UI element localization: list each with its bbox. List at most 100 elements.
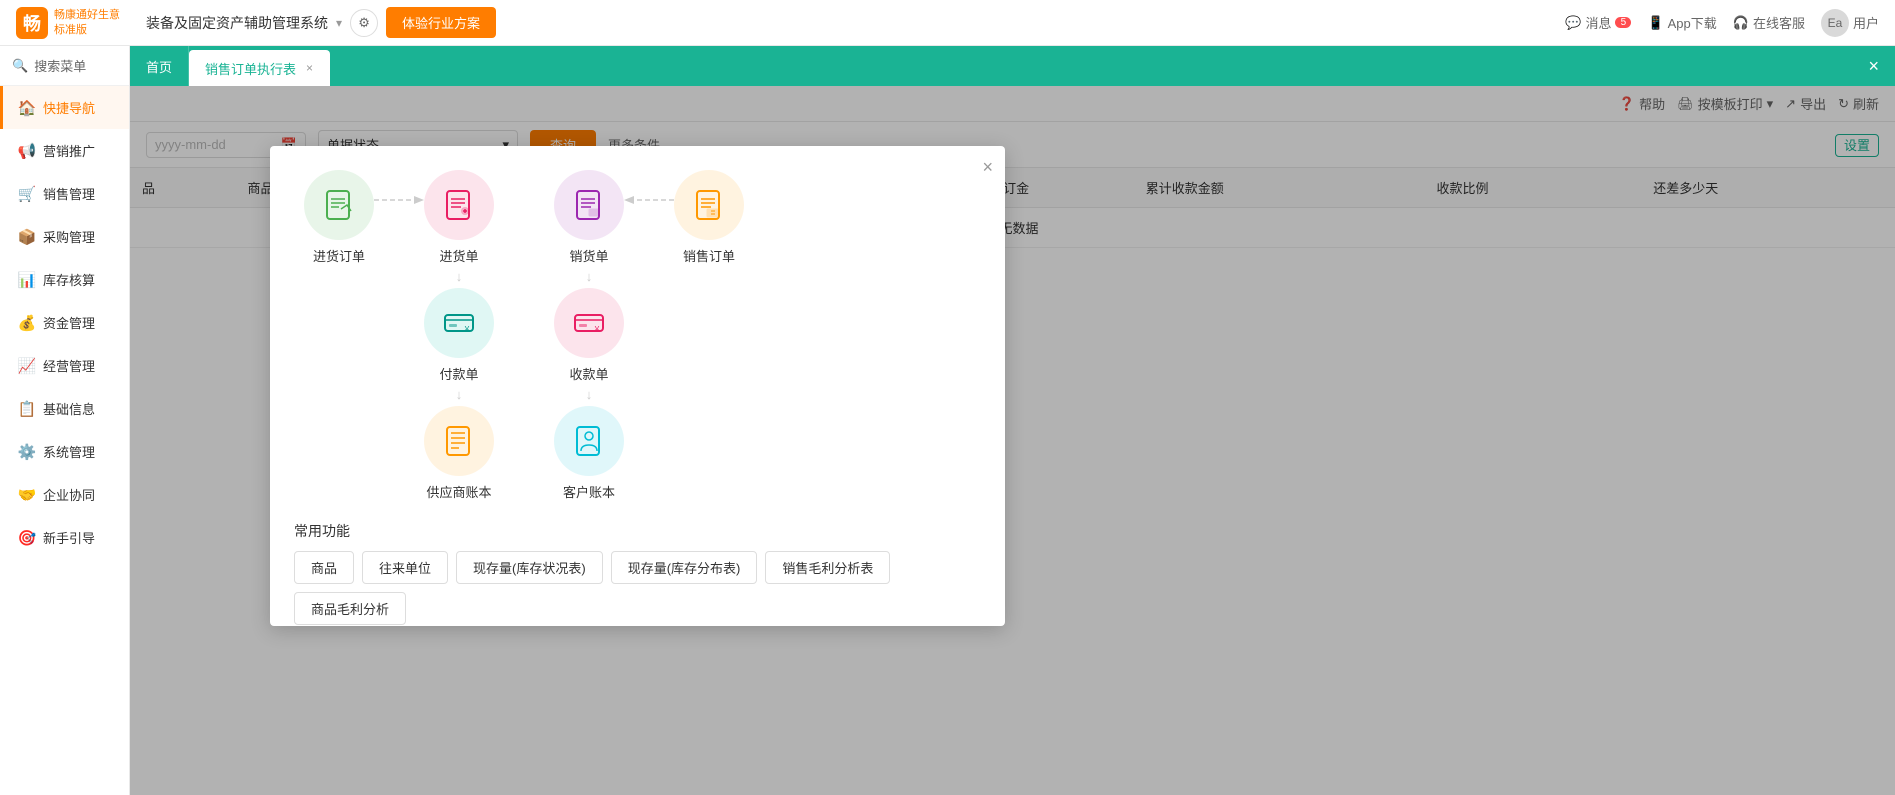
svg-text:¥: ¥ [464,325,470,334]
sidebar-item-operation[interactable]: 📈 经营管理 [0,344,129,387]
customer-account-label: 客户账本 [563,482,615,501]
system-icon: ⚙️ [19,444,35,460]
app-container: 畅 畅康通好生意 标准版 装备及固定资产辅助管理系统 ▾ ⚙ 体验行业方案 💬 … [0,0,1895,795]
sidebar-item-quick-nav[interactable]: 🏠 快捷导航 [0,86,129,129]
receipt-circle: ¥ [554,288,624,358]
flow-col-2: 进货单 ↓ ¥ 付款单 ↓ [424,170,494,501]
flow-diagram: 进货订单 [294,170,981,521]
sidebar: 🔍 搜索菜单 🏠 快捷导航 📢 营销推广 🛒 销售管理 📦 采购管理 📊 [0,46,130,795]
svg-text:¥: ¥ [594,325,600,334]
enterprise-icon: 🤝 [19,487,35,503]
modal-overlay[interactable]: × 进货订单 [130,86,1895,795]
supplier-account-label: 供应商账本 [426,482,491,501]
sidebar-item-label: 快捷导航 [43,98,95,117]
sidebar-item-purchase[interactable]: 📦 采购管理 [0,215,129,258]
top-header: 畅 畅康通好生意 标准版 装备及固定资产辅助管理系统 ▾ ⚙ 体验行业方案 💬 … [0,0,1895,46]
sidebar-item-label: 库存核算 [43,270,95,289]
sidebar-item-label: 新手引导 [43,528,95,547]
content-area: 首页 销售订单执行表 × × ❓ 帮助 🖨 [130,46,1895,795]
supplier-circle [424,406,494,476]
app-download-action[interactable]: 📱 App下载 [1647,13,1716,32]
trial-button[interactable]: 体验行业方案 [386,7,496,38]
payment-bill-node: ¥ 付款单 [424,288,494,383]
inventory-icon: 📊 [19,272,35,288]
receipt-bill-node: ¥ 收款单 [554,288,624,383]
sales-order-circle [674,170,744,240]
sidebar-item-label: 系统管理 [43,442,95,461]
payment-bill-label: 付款单 [439,364,478,383]
modal-close-button[interactable]: × [982,158,993,176]
sidebar-item-label: 经营管理 [43,356,95,375]
message-action[interactable]: 💬 消息 5 [1565,13,1631,32]
func-btn-partner[interactable]: 往来单位 [362,551,448,584]
logo-text: 畅康通好生意 标准版 [54,8,120,37]
customer-circle [554,406,624,476]
close-window-icon[interactable]: × [1868,56,1895,77]
main-body: 🔍 搜索菜单 🏠 快捷导航 📢 营销推广 🛒 销售管理 📦 采购管理 📊 [0,46,1895,795]
down-arrow-2: ↓ [456,387,463,402]
sidebar-search[interactable]: 🔍 搜索菜单 [0,46,129,86]
sidebar-item-system[interactable]: ⚙️ 系统管理 [0,430,129,473]
flow-col-1: 进货订单 [304,170,374,265]
logo-icon: 畅 [16,7,48,39]
sidebar-item-label: 销售管理 [43,184,95,203]
sales-order-node-label: 销售订单 [683,246,735,265]
sidebar-item-marketing[interactable]: 📢 营销推广 [0,129,129,172]
operation-icon: 📈 [19,358,35,374]
header-right: 💬 消息 5 📱 App下载 🎧 在线客服 Ea 用户 [1565,9,1879,37]
flow-col-3: 销货单 ↓ ¥ 收款单 ↓ [554,170,624,501]
sales-icon: 🛒 [19,186,35,202]
sidebar-item-label: 企业协同 [43,485,95,504]
sidebar-item-inventory[interactable]: 📊 库存核算 [0,258,129,301]
func-btn-stock-status[interactable]: 现存量(库存状况表) [456,551,603,584]
search-icon: 🔍 [12,58,28,74]
purchase-order-circle [304,170,374,240]
func-btn-sales-profit[interactable]: 销售毛利分析表 [765,551,890,584]
func-grid-row1: 商品 往来单位 现存量(库存状况表) 现存量(库存分布表) 销售毛利分析表 商品… [294,551,981,625]
tab-close-icon[interactable]: × [306,61,313,75]
sidebar-item-basic-info[interactable]: 📋 基础信息 [0,387,129,430]
system-title: 装备及固定资产辅助管理系统 [146,13,328,33]
sales-bill-circle [554,170,624,240]
func-btn-product-profit[interactable]: 商品毛利分析 [294,592,406,625]
tab-home[interactable]: 首页 [130,46,189,86]
arrow-2 [624,170,674,208]
logo-area: 畅 畅康通好生意 标准版 [16,7,146,39]
sidebar-item-sales[interactable]: 🛒 销售管理 [0,172,129,215]
service-icon: 🎧 [1733,15,1749,31]
down-arrow-4: ↓ [586,387,593,402]
sidebar-item-label: 资金管理 [43,313,95,332]
sidebar-item-enterprise[interactable]: 🤝 企业协同 [0,473,129,516]
home-icon: 🏠 [19,100,35,116]
header-center: 装备及固定资产辅助管理系统 ▾ ⚙ 体验行业方案 [146,7,1565,38]
customer-account-node: 客户账本 [554,406,624,501]
message-icon: 💬 [1565,15,1581,31]
arrow-1 [374,170,424,208]
settings-icon[interactable]: ⚙ [350,9,378,37]
func-btn-product[interactable]: 商品 [294,551,354,584]
common-functions-title: 常用功能 [294,521,981,541]
common-functions: 常用功能 商品 往来单位 现存量(库存状况表) 现存量(库存分布表) 销售毛利分… [294,521,981,626]
beginner-icon: 🎯 [19,530,35,546]
sidebar-item-finance[interactable]: 💰 资金管理 [0,301,129,344]
inner-content: ❓ 帮助 🖨 按模板打印 ▾ ↗ 导出 ↻ 刷新 [130,86,1895,795]
modal-box: × 进货订单 [270,146,1005,626]
user-action[interactable]: Ea 用户 [1821,9,1879,37]
online-service-action[interactable]: 🎧 在线客服 [1733,13,1805,32]
sidebar-item-label: 营销推广 [43,141,95,160]
tab-sales-order[interactable]: 销售订单执行表 × [189,50,330,86]
purchase-bill-node: 进货单 [424,170,494,265]
sidebar-item-beginner[interactable]: 🎯 新手引导 [0,516,129,559]
tab-bar: 首页 销售订单执行表 × × [130,46,1895,86]
sales-bill-label: 销货单 [569,246,608,265]
message-badge: 5 [1615,17,1631,28]
home-tab-label: 首页 [146,57,172,76]
purchase-order-label: 进货订单 [313,246,365,265]
dropdown-icon[interactable]: ▾ [336,16,342,30]
receipt-bill-label: 收款单 [569,364,608,383]
func-btn-stock-dist[interactable]: 现存量(库存分布表) [611,551,758,584]
avatar: Ea [1821,9,1849,37]
down-arrow-1: ↓ [456,269,463,284]
finance-icon: 💰 [19,315,35,331]
purchase-bill-circle [424,170,494,240]
